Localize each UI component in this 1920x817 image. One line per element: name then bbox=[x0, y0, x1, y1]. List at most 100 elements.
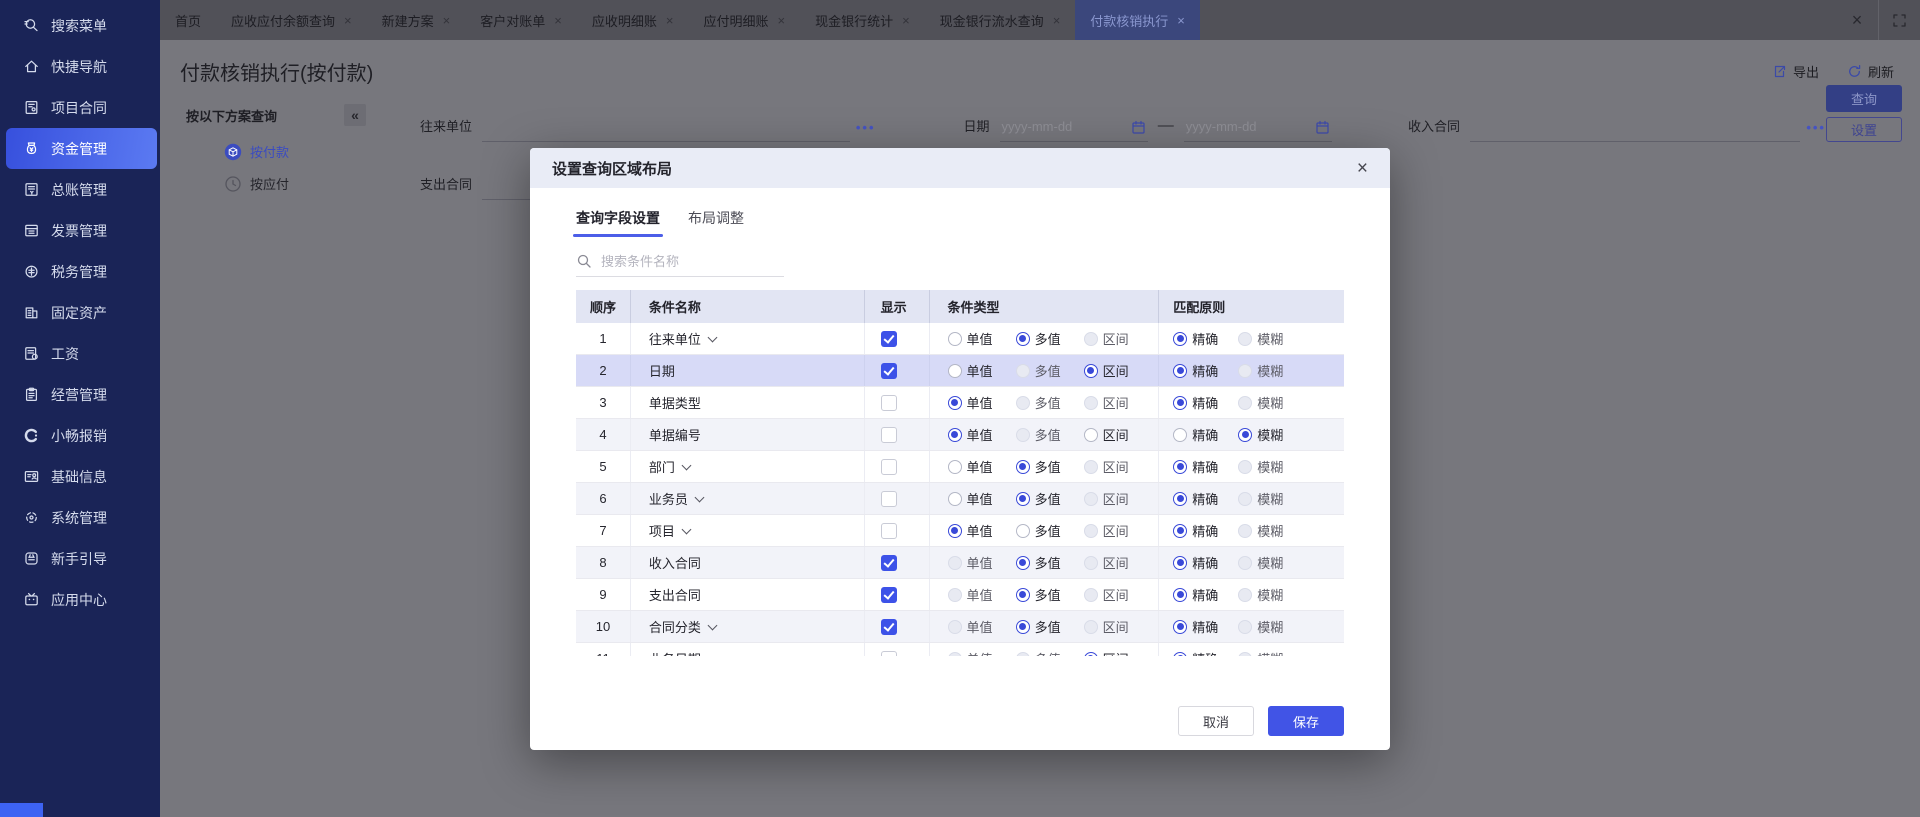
settings-button[interactable]: 设置 bbox=[1826, 117, 1902, 142]
condition-search-input[interactable] bbox=[601, 253, 766, 269]
sidebar-item-13[interactable]: 新手引导 bbox=[0, 538, 160, 579]
tab-3[interactable]: 客户对账单 × bbox=[465, 0, 577, 40]
radio-selected[interactable] bbox=[1015, 587, 1030, 602]
radio-unselected[interactable] bbox=[947, 491, 962, 506]
radio-selected[interactable] bbox=[1015, 491, 1030, 506]
chevron-down-icon[interactable] bbox=[707, 620, 718, 630]
radio-selected[interactable] bbox=[1015, 555, 1030, 570]
tab-close-icon[interactable]: × bbox=[777, 13, 785, 28]
radio-unselected[interactable] bbox=[1173, 427, 1188, 442]
radio-selected[interactable] bbox=[1173, 491, 1188, 506]
modal-tab-1[interactable]: 布局调整 bbox=[688, 208, 744, 237]
radio-selected[interactable] bbox=[1173, 523, 1188, 538]
tab-4[interactable]: 应收明细账 × bbox=[577, 0, 689, 40]
sidebar-item-9[interactable]: 经营管理 bbox=[0, 374, 160, 415]
scheme-item-0[interactable]: 按付款 bbox=[224, 142, 376, 161]
sidebar-item-5[interactable]: 发票管理 bbox=[0, 210, 160, 251]
tab-6[interactable]: 现金银行统计 × bbox=[800, 0, 925, 40]
radio-unselected[interactable] bbox=[1083, 427, 1098, 442]
table-row[interactable]: 5 部门 单值 多值 区间 精确 模糊 bbox=[576, 451, 1344, 483]
show-checkbox[interactable] bbox=[880, 362, 897, 379]
sidebar-item-2[interactable]: 项目合同 bbox=[0, 87, 160, 128]
export-button[interactable]: 导出 bbox=[1772, 62, 1819, 81]
tab-close-icon[interactable]: × bbox=[554, 13, 562, 28]
chevron-down-icon[interactable] bbox=[681, 460, 692, 470]
tab-5[interactable]: 应付明细账 × bbox=[688, 0, 800, 40]
radio-selected[interactable] bbox=[1173, 363, 1188, 378]
tab-0[interactable]: 首页 bbox=[160, 0, 216, 40]
date-start-input[interactable]: yyyy-mm-dd bbox=[999, 115, 1148, 142]
show-checkbox[interactable] bbox=[880, 490, 897, 507]
sidebar-item-8[interactable]: 工资 bbox=[0, 333, 160, 374]
close-all-tabs-icon[interactable]: × bbox=[1836, 0, 1878, 40]
partner-input[interactable] bbox=[482, 115, 850, 142]
income-contract-more-icon[interactable]: ••• bbox=[1800, 120, 1826, 142]
tab-close-icon[interactable]: × bbox=[443, 13, 451, 28]
tab-close-icon[interactable]: × bbox=[344, 13, 352, 28]
sidebar-item-6[interactable]: 税务管理 bbox=[0, 251, 160, 292]
radio-selected[interactable] bbox=[1173, 651, 1188, 656]
table-row[interactable]: 10 合同分类 单值 多值 区间 精确 模糊 bbox=[576, 611, 1344, 643]
chevron-down-icon[interactable] bbox=[681, 524, 692, 534]
sidebar-item-14[interactable]: 应用中心 bbox=[0, 579, 160, 620]
radio-selected[interactable] bbox=[1238, 427, 1253, 442]
table-row[interactable]: 2 日期 单值 多值 区间 精确 模糊 bbox=[576, 355, 1344, 387]
tab-close-icon[interactable]: × bbox=[1177, 13, 1185, 28]
radio-selected[interactable] bbox=[1015, 331, 1030, 346]
radio-selected[interactable] bbox=[1173, 619, 1188, 634]
show-checkbox[interactable] bbox=[880, 522, 897, 539]
save-button[interactable]: 保存 bbox=[1268, 706, 1344, 736]
scheme-item-1[interactable]: 按应付 bbox=[224, 174, 376, 193]
show-checkbox[interactable] bbox=[880, 394, 897, 411]
date-end-input[interactable]: yyyy-mm-dd bbox=[1183, 115, 1333, 142]
chevron-down-icon[interactable] bbox=[707, 332, 718, 342]
tab-close-icon[interactable]: × bbox=[666, 13, 674, 28]
radio-selected[interactable] bbox=[1173, 555, 1188, 570]
sidebar-item-12[interactable]: 系统管理 bbox=[0, 497, 160, 538]
refresh-button[interactable]: 刷新 bbox=[1847, 62, 1894, 81]
sidebar-item-1[interactable]: 快捷导航 bbox=[0, 46, 160, 87]
radio-selected[interactable] bbox=[1173, 587, 1188, 602]
table-row[interactable]: 11 业务日期 单值 多值 区间 精确 模糊 bbox=[576, 643, 1344, 656]
modal-close-icon[interactable]: × bbox=[1357, 159, 1368, 178]
table-row[interactable]: 7 项目 单值 多值 区间 精确 模糊 bbox=[576, 515, 1344, 547]
partner-more-icon[interactable]: ••• bbox=[850, 120, 876, 142]
radio-selected[interactable] bbox=[1083, 363, 1098, 378]
radio-selected[interactable] bbox=[1173, 331, 1188, 346]
chevron-down-icon[interactable] bbox=[694, 492, 705, 502]
fullscreen-icon[interactable] bbox=[1878, 0, 1920, 40]
calendar-icon[interactable] bbox=[1315, 120, 1332, 141]
radio-selected[interactable] bbox=[1083, 651, 1098, 656]
sidebar-item-0[interactable]: 搜索菜单 bbox=[0, 5, 160, 46]
radio-selected[interactable] bbox=[947, 427, 962, 442]
sidebar-item-7[interactable]: 固定资产 bbox=[0, 292, 160, 333]
show-checkbox[interactable] bbox=[880, 554, 897, 571]
cancel-button[interactable]: 取消 bbox=[1178, 706, 1254, 736]
radio-selected[interactable] bbox=[1173, 459, 1188, 474]
radio-selected[interactable] bbox=[947, 523, 962, 538]
table-row[interactable]: 4 单据编号 单值 多值 区间 精确 模糊 bbox=[576, 419, 1344, 451]
show-checkbox[interactable] bbox=[880, 618, 897, 635]
tab-7[interactable]: 现金银行流水查询 × bbox=[925, 0, 1076, 40]
show-checkbox[interactable] bbox=[880, 650, 897, 656]
sidebar-item-3[interactable]: 资金管理 bbox=[6, 128, 157, 169]
tab-2[interactable]: 新建方案 × bbox=[367, 0, 466, 40]
show-checkbox[interactable] bbox=[880, 586, 897, 603]
radio-selected[interactable] bbox=[1015, 459, 1030, 474]
show-checkbox[interactable] bbox=[880, 426, 897, 443]
radio-selected[interactable] bbox=[1015, 619, 1030, 634]
radio-unselected[interactable] bbox=[1015, 523, 1030, 538]
table-row[interactable]: 9 支出合同 单值 多值 区间 精确 模糊 bbox=[576, 579, 1344, 611]
radio-selected[interactable] bbox=[947, 395, 962, 410]
show-checkbox[interactable] bbox=[880, 458, 897, 475]
search-button[interactable]: 查询 bbox=[1826, 85, 1902, 112]
table-row[interactable]: 1 往来单位 单值 多值 区间 精确 模糊 bbox=[576, 323, 1344, 355]
sidebar-item-4[interactable]: 总账管理 bbox=[0, 169, 160, 210]
tab-1[interactable]: 应收应付余额查询 × bbox=[216, 0, 367, 40]
sidebar-item-10[interactable]: 小畅报销 bbox=[0, 415, 160, 456]
table-row[interactable]: 8 收入合同 单值 多值 区间 精确 模糊 bbox=[576, 547, 1344, 579]
radio-unselected[interactable] bbox=[947, 363, 962, 378]
tab-close-icon[interactable]: × bbox=[902, 13, 910, 28]
tab-8[interactable]: 付款核销执行 × bbox=[1075, 0, 1200, 40]
modal-tab-0[interactable]: 查询字段设置 bbox=[573, 208, 663, 237]
